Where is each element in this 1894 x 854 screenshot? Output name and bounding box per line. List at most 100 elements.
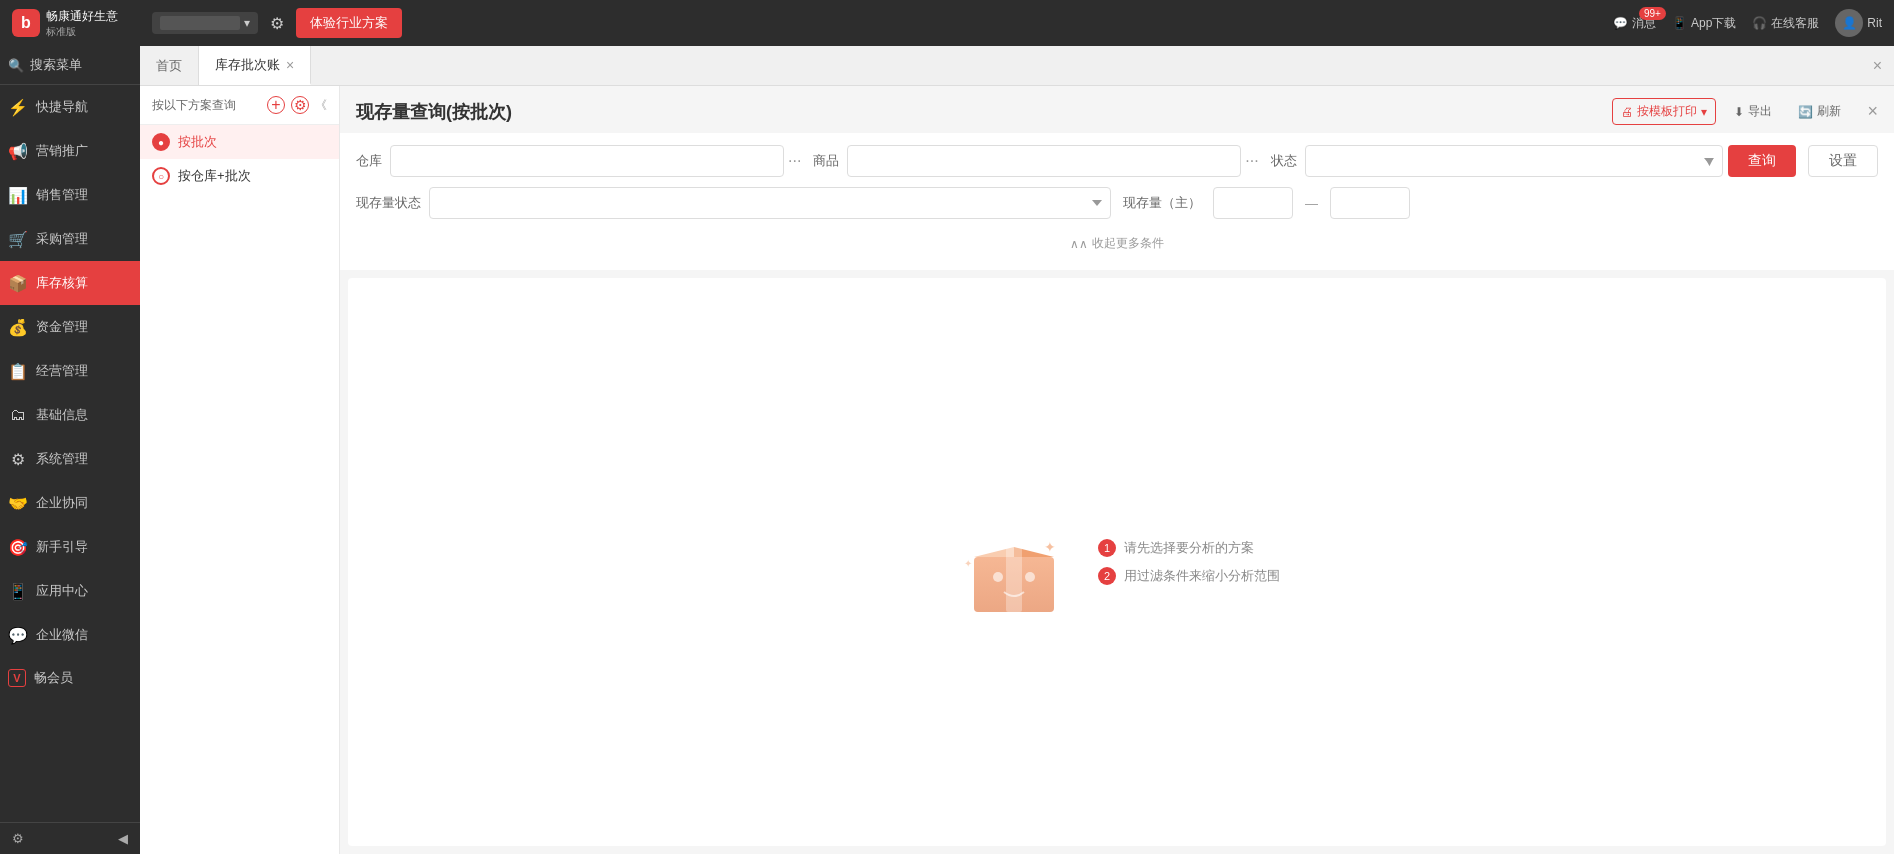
export-icon: ⬇ <box>1734 105 1744 119</box>
sidebar-item-purchase[interactable]: 🛒 采购管理 <box>0 217 140 261</box>
sidebar-item-marketing[interactable]: 📢 营销推广 <box>0 129 140 173</box>
status-filter-label: 状态 <box>1271 152 1297 170</box>
settings-icon[interactable]: ⚙ <box>266 10 288 37</box>
add-scheme-icon[interactable]: + <box>267 96 285 114</box>
printer-icon: 🖨 <box>1621 105 1633 119</box>
sidebar-settings-icon[interactable]: ⚙ <box>12 831 24 846</box>
stock-qty-from-input[interactable] <box>1213 187 1293 219</box>
svg-text:✦: ✦ <box>1044 539 1056 555</box>
sidebar-item-label: 企业微信 <box>36 626 88 644</box>
shortcuts-icon: ⚡ <box>8 97 28 117</box>
print-button[interactable]: 🖨 按模板打印 ▾ <box>1612 98 1716 125</box>
refresh-button[interactable]: 🔄 刷新 <box>1790 99 1849 124</box>
sidebar-item-label: 库存核算 <box>36 274 88 292</box>
wechat-icon: 💬 <box>8 625 28 645</box>
tab-home[interactable]: 首页 <box>140 46 199 85</box>
online-service-item[interactable]: 🎧 在线客服 <box>1752 15 1819 32</box>
collapse-button[interactable]: ∧∧ 收起更多条件 <box>356 229 1878 258</box>
stock-status-label: 现存量状态 <box>356 194 421 212</box>
tab-close-icon[interactable]: × <box>286 58 294 72</box>
trial-button[interactable]: 体验行业方案 <box>296 8 402 38</box>
stock-qty-to-input[interactable] <box>1330 187 1410 219</box>
sidebar-collapse-icon[interactable]: ◀ <box>118 831 128 846</box>
sidebar-item-newguide[interactable]: 🎯 新手引导 <box>0 525 140 569</box>
messages-item[interactable]: 💬 消息 99+ <box>1613 15 1656 32</box>
enterprise-icon: 🤝 <box>8 493 28 513</box>
set-button[interactable]: 设置 <box>1808 145 1878 177</box>
tip-num-2: 2 <box>1098 567 1116 585</box>
stock-qty-label: 现存量（主） <box>1123 194 1201 212</box>
warehouse-filter-input[interactable] <box>390 145 784 177</box>
sidebar-item-member[interactable]: V 畅会员 <box>0 657 140 699</box>
sidebar-item-inventory[interactable]: 📦 库存核算 <box>0 261 140 305</box>
sidebar-item-label: 企业协同 <box>36 494 88 512</box>
filter-area: 仓库 ··· 商品 ··· 状态 <box>340 133 1894 270</box>
tab-close-all-icon[interactable]: × <box>1873 57 1882 75</box>
svg-rect-4 <box>1006 547 1022 612</box>
left-panel-item-batch[interactable]: ● 按批次 <box>140 125 339 159</box>
filter-row-1: 仓库 ··· 商品 ··· 状态 <box>356 145 1878 177</box>
left-panel-item-warehouse-batch[interactable]: ○ 按仓库+批次 <box>140 159 339 193</box>
export-button[interactable]: ⬇ 导出 <box>1726 99 1780 124</box>
sidebar-item-sales[interactable]: 📊 销售管理 <box>0 173 140 217</box>
sidebar-item-label: 采购管理 <box>36 230 88 248</box>
warehouse-dots-icon[interactable]: ··· <box>788 152 801 170</box>
filter-product: 商品 ··· <box>813 145 1258 177</box>
product-dots-icon[interactable]: ··· <box>1245 152 1258 170</box>
sidebar-item-wechat[interactable]: 💬 企业微信 <box>0 613 140 657</box>
svg-text:✦: ✦ <box>964 558 972 569</box>
sidebar-item-basic[interactable]: 🗂 基础信息 <box>0 393 140 437</box>
sidebar-item-label: 销售管理 <box>36 186 88 204</box>
tip-text-1: 请先选择要分析的方案 <box>1124 539 1254 557</box>
collapse-icon: ∧∧ <box>1070 237 1088 251</box>
operation-icon: 📋 <box>8 361 28 381</box>
main-layout: 🔍 搜索菜单 ⚡ 快捷导航 📢 营销推广 📊 销售管理 🛒 采购管理 📦 库存核… <box>0 46 1894 854</box>
sidebar-item-shortcuts[interactable]: ⚡ 快捷导航 <box>0 85 140 129</box>
tab-bar: 首页 库存批次账 × × <box>140 46 1894 86</box>
print-dropdown-icon[interactable]: ▾ <box>1701 105 1707 119</box>
sidebar-item-finance[interactable]: 💰 资金管理 <box>0 305 140 349</box>
sidebar-item-operation[interactable]: 📋 经营管理 <box>0 349 140 393</box>
sidebar-item-label: 畅会员 <box>34 669 73 687</box>
product-filter-input[interactable] <box>847 145 1241 177</box>
sidebar-item-label: 新手引导 <box>36 538 88 556</box>
status-filter-select[interactable] <box>1305 145 1723 177</box>
app-download-label: App下载 <box>1691 15 1736 32</box>
sidebar-search-label: 搜索菜单 <box>30 56 82 74</box>
sidebar-item-appcenter[interactable]: 📱 应用中心 <box>0 569 140 613</box>
empty-tip-1: 1 请先选择要分析的方案 <box>1098 539 1280 557</box>
product-filter-label: 商品 <box>813 152 839 170</box>
sidebar-item-label: 基础信息 <box>36 406 88 424</box>
search-icon: 🔍 <box>8 58 24 73</box>
appcenter-icon: 📱 <box>8 581 28 601</box>
sidebar-search[interactable]: 🔍 搜索菜单 <box>0 46 140 85</box>
app-download-item[interactable]: 📱 App下载 <box>1672 15 1736 32</box>
tab-inventory-batch[interactable]: 库存批次账 × <box>199 46 311 85</box>
refresh-label: 刷新 <box>1817 103 1841 120</box>
settings-scheme-icon[interactable]: ⚙ <box>291 96 309 114</box>
tab-home-label: 首页 <box>156 57 182 75</box>
left-panel-title: 按以下方案查询 <box>152 97 236 114</box>
sidebar-item-system[interactable]: ⚙ 系统管理 <box>0 437 140 481</box>
sidebar-item-label: 经营管理 <box>36 362 88 380</box>
content-area: 首页 库存批次账 × × 按以下方案查询 + ⚙ 《 <box>140 46 1894 854</box>
tip-text-2: 用过滤条件来缩小分析范围 <box>1124 567 1280 585</box>
warehouse-filter-label: 仓库 <box>356 152 382 170</box>
query-button[interactable]: 查询 <box>1728 145 1796 177</box>
sidebar-item-enterprise[interactable]: 🤝 企业协同 <box>0 481 140 525</box>
stock-status-select[interactable] <box>429 187 1111 219</box>
svg-point-6 <box>1025 572 1035 582</box>
newguide-icon: 🎯 <box>8 537 28 557</box>
refresh-icon: 🔄 <box>1798 105 1813 119</box>
filter-row-2: 现存量状态 现存量（主） — <box>356 187 1878 219</box>
user-avatar-item[interactable]: 👤 Rit <box>1835 9 1882 37</box>
header-dropdown[interactable]: ▾ <box>152 12 258 34</box>
sidebar: 🔍 搜索菜单 ⚡ 快捷导航 📢 营销推广 📊 销售管理 🛒 采购管理 📦 库存核… <box>0 46 140 854</box>
member-icon: V <box>8 669 26 687</box>
messages-badge: 99+ <box>1639 7 1666 20</box>
page-close-icon[interactable]: × <box>1867 101 1878 122</box>
sidebar-item-label: 营销推广 <box>36 142 88 160</box>
empty-illustration: ✦ ✦ <box>954 502 1074 622</box>
collapse-panel-icon[interactable]: 《 <box>315 97 327 114</box>
svg-point-5 <box>993 572 1003 582</box>
